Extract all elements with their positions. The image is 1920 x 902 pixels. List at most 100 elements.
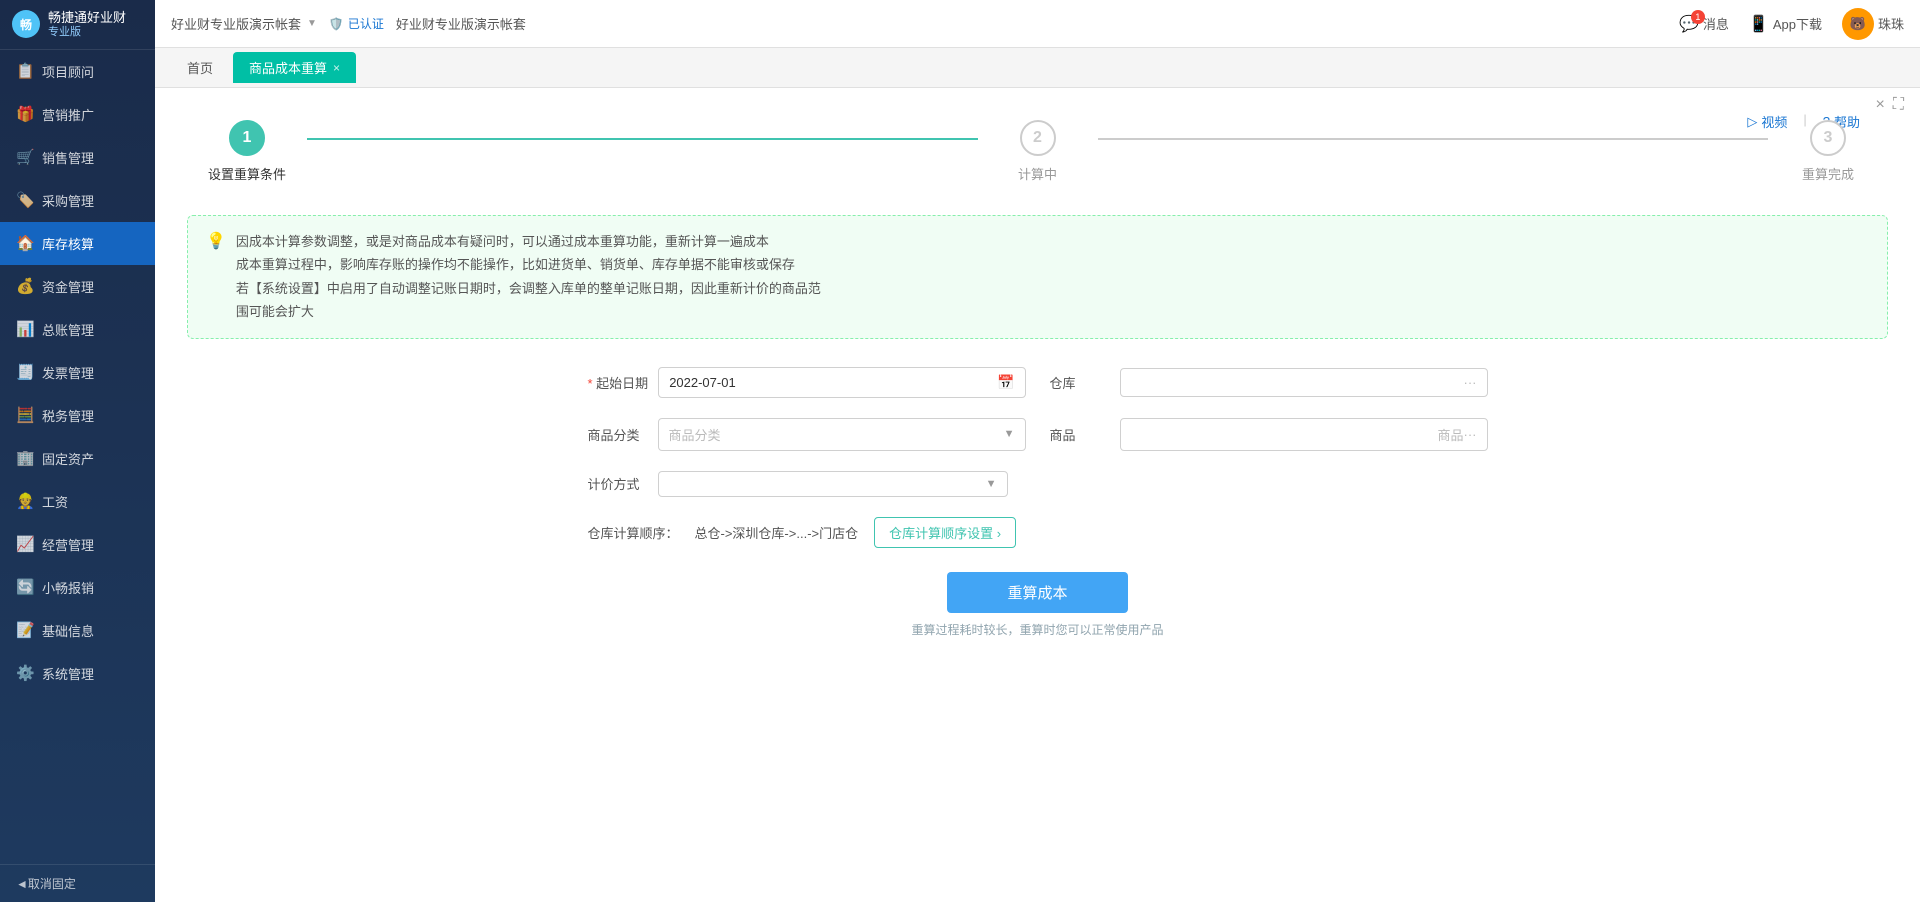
goods-placeholder: 商品 [1437,425,1463,444]
content-area: × ⛶ ▷ 视频 | ? 帮助 1 设置重算条件 [155,88,1920,902]
sidebar-item-marketing[interactable]: 🎁 营销推广 [0,93,155,136]
step-line-1 [307,138,978,140]
message-button[interactable]: 💬 1 消息 [1679,14,1729,34]
sidebar-logo: 畅 畅捷通好业财 专业版 [0,0,155,50]
warehouse-label: 仓库 [1050,373,1110,392]
goods-input[interactable]: 商品 ··· [1120,418,1488,451]
start-date-input[interactable]: 2022-07-01 📅 [658,367,1025,398]
start-date-group: 起始日期 2022-07-01 📅 [588,367,1026,398]
form-row-2: 商品分类 商品分类 ▼ 商品 商品 ··· [588,418,1488,451]
basic-icon: 📝 [16,621,34,639]
expand-window-button[interactable]: ⛶ [1893,96,1904,114]
tab-close-icon[interactable]: × [333,61,340,75]
recalc-button[interactable]: 重算成本 [947,572,1127,613]
tabbar: 首页 商品成本重算 × [155,48,1920,88]
invoice-icon: 🧾 [16,363,34,381]
step-1: 1 设置重算条件 [187,120,307,183]
info-box: 💡 因成本计算参数调整，或是对商品成本有疑问时，可以通过成本重算功能，重新计算一… [187,215,1888,339]
step-3: 3 重算完成 [1768,120,1888,183]
window-controls: × ⛶ [1875,96,1904,114]
sidebar-item-inventory[interactable]: 🏠 库存核算 [0,222,155,265]
main-area: 好业财专业版演示帐套 ▼ 🛡️ 已认证 好业财专业版演示帐套 💬 1 消息 📱 … [155,0,1920,902]
user-avatar-button[interactable]: 🐻 珠珠 [1842,8,1904,40]
info-content: 因成本计算参数调整，或是对商品成本有疑问时，可以通过成本重算功能，重新计算一遍成… [236,230,821,324]
sidebar-item-sales[interactable]: 🛒 销售管理 [0,136,155,179]
sidebar: 畅 畅捷通好业财 专业版 📋 项目顾问 🎁 营销推广 🛒 销售管理 🏷️ 采购管… [0,0,155,902]
form-row-1: 起始日期 2022-07-01 📅 仓库 ··· [588,367,1488,398]
logo-text: 畅捷通好业财 专业版 [48,10,126,39]
pricing-select[interactable]: ▼ [658,471,1008,497]
avatar: 🐻 [1842,8,1874,40]
category-group: 商品分类 商品分类 ▼ [588,418,1026,451]
category-select[interactable]: 商品分类 ▼ [658,418,1026,451]
ops-icon: 📈 [16,535,34,553]
sales-icon: 🛒 [16,148,34,166]
warehouse-input[interactable]: ··· [1120,368,1488,397]
verified-account-name: 好业财专业版演示帐套 [396,14,526,33]
sidebar-item-invoice[interactable]: 🧾 发票管理 [0,351,155,394]
sidebar-item-assets[interactable]: 🏢 固定资产 [0,437,155,480]
recalc-section: 重算成本 重算过程耗时较长，重算时您可以正常使用产品 [588,572,1488,638]
goods-label: 商品 [1050,425,1110,444]
verified-badge: 🛡️ 已认证 [329,15,384,32]
recalc-note: 重算过程耗时较长，重算时您可以正常使用产品 [911,621,1163,638]
sidebar-item-capital[interactable]: 💰 资金管理 [0,265,155,308]
chevron-down-icon: ▼ [1004,428,1015,440]
sidebar-item-salary[interactable]: 👷 工资 [0,480,155,523]
sidebar-nav: 📋 项目顾问 🎁 营销推广 🛒 销售管理 🏷️ 采购管理 🏠 库存核算 💰 资金… [0,50,155,864]
tab-recalc[interactable]: 商品成本重算 × [233,52,356,83]
category-placeholder: 商品分类 [669,425,721,444]
inventory-icon: 🏠 [16,234,34,252]
step-2: 2 计算中 [978,120,1098,183]
warehouse-order-value: 总仓->深圳仓库->...->门店仓 [695,523,859,542]
step-2-label: 计算中 [1018,164,1057,183]
lightbulb-icon: 💡 [206,231,226,251]
capital-icon: 💰 [16,277,34,295]
assets-icon: 🏢 [16,449,34,467]
sidebar-item-basic[interactable]: 📝 基础信息 [0,609,155,652]
topbar-right: 💬 1 消息 📱 App下载 🐻 珠珠 [1679,8,1904,40]
warehouse-group: 仓库 ··· [1050,368,1488,397]
logo-icon: 畅 [12,10,40,38]
project-icon: 📋 [16,62,34,80]
warehouse-order-btn[interactable]: 仓库计算顺序设置 › [874,517,1016,548]
calendar-icon[interactable]: 📅 [997,374,1014,391]
goods-group: 商品 商品 ··· [1050,418,1488,451]
topbar: 好业财专业版演示帐套 ▼ 🛡️ 已认证 好业财专业版演示帐套 💬 1 消息 📱 … [155,0,1920,48]
expense-icon: 🔄 [16,578,34,596]
warehouse-order-label: 仓库计算顺序： [588,523,679,542]
close-window-button[interactable]: × [1875,96,1884,114]
unpin-button[interactable]: ◄取消固定 [0,864,155,902]
form-row-3: 计价方式 ▼ [588,471,1488,497]
pricing-group: 计价方式 ▼ [588,471,1008,497]
step-1-circle: 1 [229,120,265,156]
step-3-label: 重算完成 [1802,164,1854,183]
marketing-icon: 🎁 [16,105,34,123]
sidebar-item-ops[interactable]: 📈 经营管理 [0,523,155,566]
purchase-icon: 🏷️ [16,191,34,209]
warehouse-order-row: 仓库计算顺序： 总仓->深圳仓库->...->门店仓 仓库计算顺序设置 › [588,517,1488,548]
notification-count: 1 [1691,10,1705,24]
start-date-label: 起始日期 [588,373,649,392]
chevron-down-icon-pricing: ▼ [986,478,997,490]
chevron-down-icon: ▼ [307,18,317,29]
account-selector[interactable]: 好业财专业版演示帐套 ▼ [171,14,317,33]
step-3-circle: 3 [1810,120,1846,156]
salary-icon: 👷 [16,492,34,510]
sidebar-item-expense[interactable]: 🔄 小畅报销 [0,566,155,609]
dots-icon: ··· [1464,427,1477,442]
tab-home[interactable]: 首页 [171,52,229,83]
pricing-label: 计价方式 [588,474,648,493]
sidebar-item-general[interactable]: 📊 总账管理 [0,308,155,351]
tax-icon: 🧮 [16,406,34,424]
sidebar-item-tax[interactable]: 🧮 税务管理 [0,394,155,437]
system-icon: ⚙️ [16,664,34,682]
app-download-button[interactable]: 📱 App下载 [1749,14,1822,34]
step-line-2 [1098,138,1769,140]
steps-container: 1 设置重算条件 2 计算中 3 重算完成 [187,120,1888,183]
sidebar-item-project[interactable]: 📋 项目顾问 [0,50,155,93]
sidebar-item-system[interactable]: ⚙️ 系统管理 [0,652,155,695]
sidebar-item-purchase[interactable]: 🏷️ 采购管理 [0,179,155,222]
shield-icon: 🛡️ [329,17,344,31]
dots-icon: ··· [1464,375,1477,390]
